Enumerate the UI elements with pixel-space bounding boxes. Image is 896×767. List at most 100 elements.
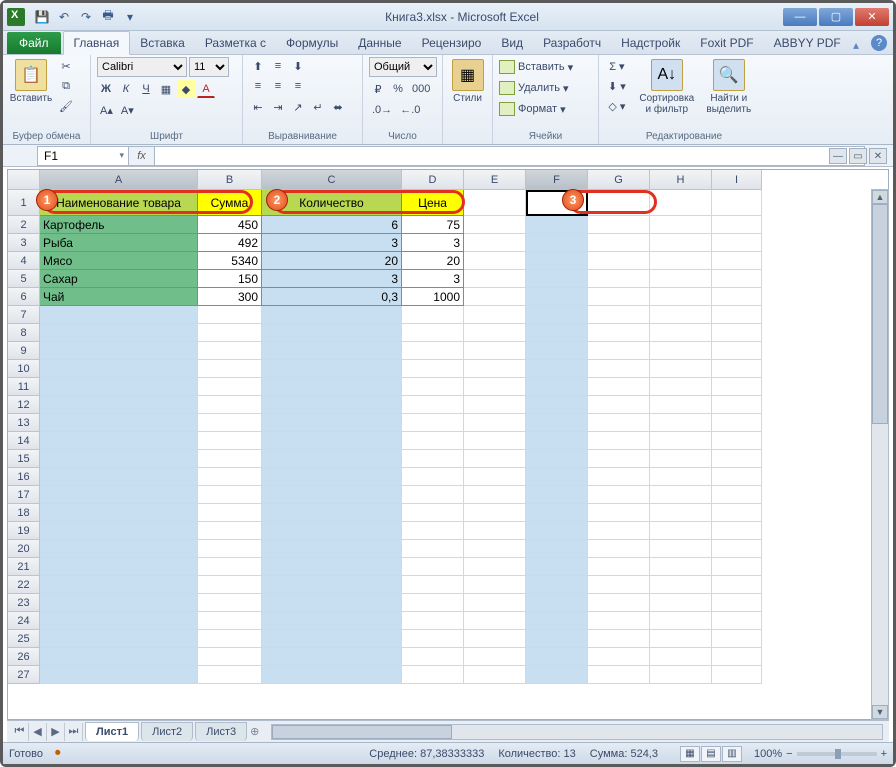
cell[interactable]	[40, 450, 198, 468]
increase-decimal-button[interactable]: .0→	[369, 101, 395, 119]
percent-button[interactable]: %	[389, 80, 407, 98]
cell[interactable]	[526, 190, 588, 216]
cell[interactable]	[262, 486, 402, 504]
cell[interactable]	[402, 396, 464, 414]
row-header[interactable]: 25	[8, 630, 40, 648]
cell[interactable]: Чай	[40, 288, 198, 306]
tab-data[interactable]: Данные	[348, 32, 411, 54]
qat-undo-icon[interactable]: ↶	[54, 7, 74, 27]
cell[interactable]	[650, 306, 712, 324]
cell[interactable]	[712, 648, 762, 666]
align-left-button[interactable]: ≡	[249, 77, 267, 95]
sort-filter-button[interactable]: A↓ Сортировка и фильтр	[637, 57, 697, 115]
cell[interactable]	[262, 522, 402, 540]
cell[interactable]	[198, 666, 262, 684]
ribbon-minimize-icon[interactable]: ▴	[846, 35, 866, 55]
new-sheet-button[interactable]: ⊕	[250, 725, 259, 738]
cell[interactable]	[650, 558, 712, 576]
underline-button[interactable]: Ч	[137, 80, 155, 98]
cell[interactable]	[40, 504, 198, 522]
zoom-level[interactable]: 100%	[754, 748, 782, 760]
format-painter-icon[interactable]: 🖌	[57, 97, 75, 115]
cell[interactable]	[712, 324, 762, 342]
cell[interactable]	[526, 288, 588, 306]
number-format-select[interactable]: Общий	[369, 57, 437, 77]
cell[interactable]	[402, 558, 464, 576]
cell[interactable]	[650, 252, 712, 270]
view-page-break-button[interactable]: ▥	[722, 746, 742, 762]
cell[interactable]	[262, 468, 402, 486]
font-size-select[interactable]: 11	[189, 57, 229, 77]
cell[interactable]	[650, 288, 712, 306]
cell[interactable]	[40, 630, 198, 648]
cell[interactable]	[262, 612, 402, 630]
cell[interactable]	[198, 540, 262, 558]
tab-insert[interactable]: Вставка	[130, 32, 195, 54]
cell[interactable]	[526, 576, 588, 594]
currency-button[interactable]: ₽	[369, 80, 387, 98]
cell[interactable]	[198, 396, 262, 414]
help-icon[interactable]: ?	[871, 35, 887, 51]
cell[interactable]	[402, 594, 464, 612]
cell[interactable]	[40, 360, 198, 378]
cell[interactable]	[262, 648, 402, 666]
cell[interactable]: Количество	[262, 190, 402, 216]
cell[interactable]	[198, 504, 262, 522]
cell[interactable]	[40, 594, 198, 612]
select-all-corner[interactable]	[8, 170, 40, 190]
font-color-button[interactable]: A	[197, 80, 215, 98]
cell[interactable]: Мясо	[40, 252, 198, 270]
cell[interactable]	[262, 576, 402, 594]
cell[interactable]	[464, 324, 526, 342]
styles-button[interactable]: ▦ Стили	[449, 57, 486, 104]
cell[interactable]: 1000	[402, 288, 464, 306]
cell[interactable]	[588, 324, 650, 342]
cell[interactable]	[464, 432, 526, 450]
sheet-tab-3[interactable]: Лист3	[195, 722, 247, 741]
cell[interactable]	[712, 450, 762, 468]
cell[interactable]	[198, 414, 262, 432]
zoom-slider[interactable]	[797, 752, 877, 756]
cell[interactable]	[262, 630, 402, 648]
row-header[interactable]: 22	[8, 576, 40, 594]
cell[interactable]	[650, 190, 712, 216]
paste-button[interactable]: 📋 Вставить	[9, 57, 53, 104]
cell[interactable]	[526, 468, 588, 486]
merge-button[interactable]: ⬌	[329, 98, 347, 116]
cell[interactable]	[40, 666, 198, 684]
cell[interactable]	[526, 234, 588, 252]
cell[interactable]	[464, 216, 526, 234]
cell[interactable]: Картофель	[40, 216, 198, 234]
cell[interactable]	[526, 432, 588, 450]
cell[interactable]	[262, 666, 402, 684]
column-header-B[interactable]: B	[198, 170, 262, 190]
cell[interactable]	[262, 504, 402, 522]
fill-button[interactable]: ⬇ ▾	[605, 77, 629, 95]
autosum-button[interactable]: Σ ▾	[605, 57, 629, 75]
cell[interactable]	[402, 612, 464, 630]
cell[interactable]	[262, 432, 402, 450]
row-header[interactable]: 17	[8, 486, 40, 504]
qat-save-icon[interactable]: 💾	[32, 7, 52, 27]
cell[interactable]	[402, 666, 464, 684]
row-header[interactable]: 19	[8, 522, 40, 540]
cell[interactable]	[198, 630, 262, 648]
cut-icon[interactable]: ✂	[57, 57, 75, 75]
cell[interactable]	[588, 360, 650, 378]
font-name-select[interactable]: Calibri	[97, 57, 187, 77]
cell[interactable]	[712, 468, 762, 486]
cell[interactable]	[650, 216, 712, 234]
cell[interactable]	[464, 486, 526, 504]
cell[interactable]	[588, 270, 650, 288]
cell[interactable]	[650, 234, 712, 252]
orientation-button[interactable]: ↗	[289, 98, 307, 116]
decrease-decimal-button[interactable]: ←.0	[397, 101, 423, 119]
tab-file[interactable]: Файл	[7, 32, 61, 54]
cell[interactable]	[526, 306, 588, 324]
cell[interactable]	[650, 270, 712, 288]
wrap-text-button[interactable]: ↵	[309, 98, 327, 116]
cell[interactable]	[198, 594, 262, 612]
cell[interactable]	[712, 594, 762, 612]
cell[interactable]	[464, 396, 526, 414]
cell[interactable]	[464, 378, 526, 396]
